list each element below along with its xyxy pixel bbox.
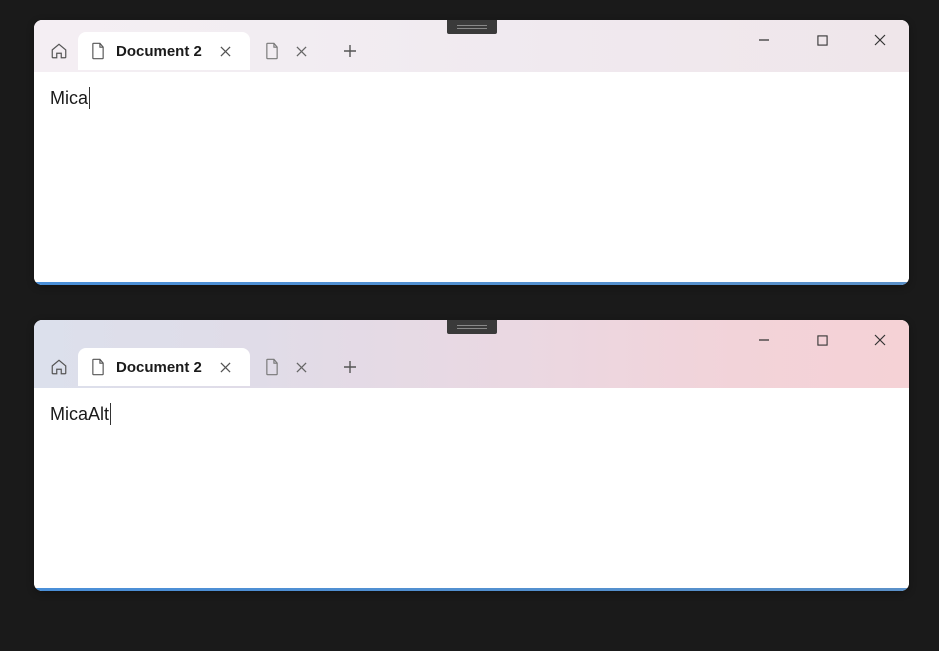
tab-close-button[interactable] (212, 37, 240, 65)
document-icon (264, 42, 280, 60)
tab-inactive[interactable] (256, 353, 324, 381)
tab-close-button[interactable] (212, 353, 240, 381)
minimize-button[interactable] (735, 320, 793, 360)
window-mica-alt: Document 2 (34, 320, 909, 591)
content-text: Mica (50, 88, 88, 108)
minimize-icon (758, 334, 770, 346)
plus-icon (343, 44, 357, 58)
window-controls (735, 20, 909, 60)
editor-content[interactable]: MicaAlt (34, 388, 909, 588)
close-icon (296, 46, 307, 57)
tab-close-button[interactable] (288, 37, 316, 65)
home-icon (50, 358, 68, 376)
tab-row: Document 2 (34, 346, 364, 388)
tab-active[interactable]: Document 2 (78, 348, 250, 386)
new-tab-button[interactable] (336, 37, 364, 65)
tab-active[interactable]: Document 2 (78, 32, 250, 70)
document-icon (90, 42, 106, 60)
editor-content[interactable]: Mica (34, 72, 909, 282)
close-icon (220, 46, 231, 57)
tab-label: Document 2 (116, 43, 202, 60)
document-icon (90, 358, 106, 376)
new-tab-button[interactable] (336, 353, 364, 381)
home-button[interactable] (42, 34, 76, 68)
close-icon (296, 362, 307, 373)
maximize-button[interactable] (793, 20, 851, 60)
grip-handle[interactable] (447, 20, 497, 34)
maximize-icon (817, 335, 828, 346)
tab-row: Document 2 (34, 30, 364, 72)
maximize-icon (817, 35, 828, 46)
tab-close-button[interactable] (288, 353, 316, 381)
window-mica: Document 2 (34, 20, 909, 285)
tab-label: Document 2 (116, 359, 202, 376)
close-window-button[interactable] (851, 320, 909, 360)
grip-handle[interactable] (447, 320, 497, 334)
minimize-icon (758, 34, 770, 46)
maximize-button[interactable] (793, 320, 851, 360)
minimize-button[interactable] (735, 20, 793, 60)
home-icon (50, 42, 68, 60)
window-controls (735, 320, 909, 360)
close-icon (874, 334, 886, 346)
close-icon (220, 362, 231, 373)
document-icon (264, 358, 280, 376)
close-icon (874, 34, 886, 46)
home-button[interactable] (42, 350, 76, 384)
window-accent-border (34, 282, 909, 285)
plus-icon (343, 360, 357, 374)
titlebar[interactable]: Document 2 (34, 320, 909, 388)
content-text: MicaAlt (50, 404, 109, 424)
tab-inactive[interactable] (256, 37, 324, 65)
text-cursor (89, 87, 90, 109)
window-accent-border (34, 588, 909, 591)
titlebar[interactable]: Document 2 (34, 20, 909, 72)
close-window-button[interactable] (851, 20, 909, 60)
text-cursor (110, 403, 111, 425)
